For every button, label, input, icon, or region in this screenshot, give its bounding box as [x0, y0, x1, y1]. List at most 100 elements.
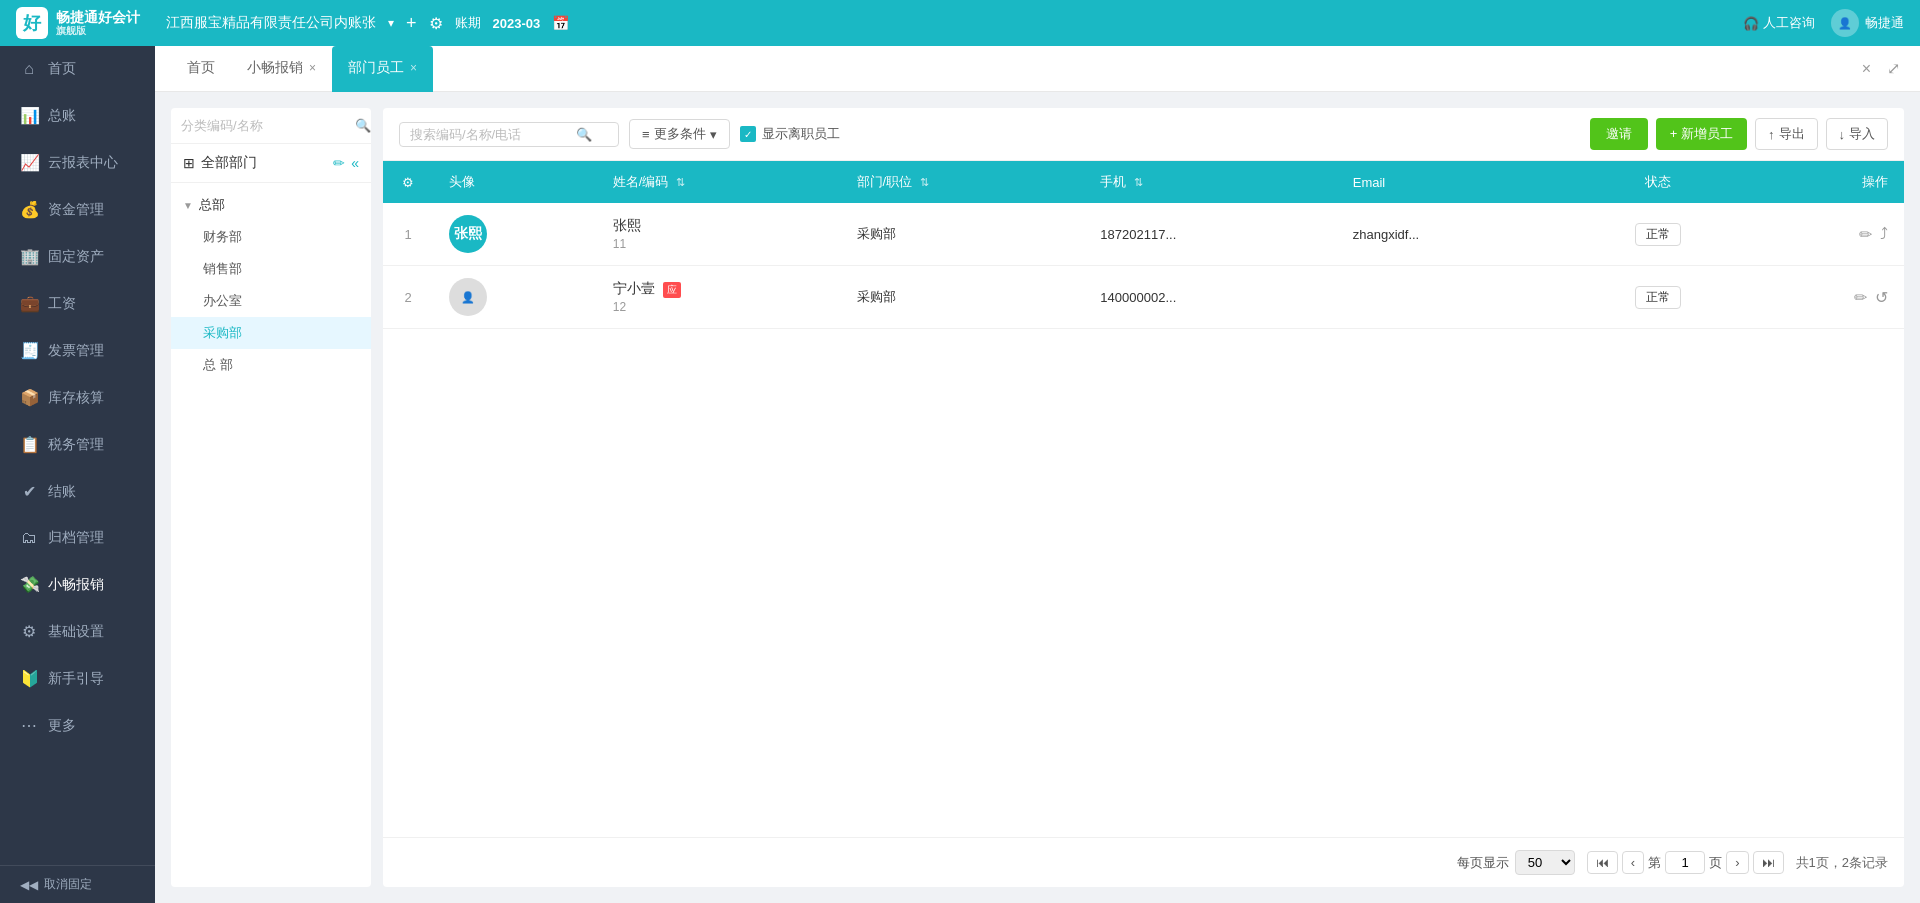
sidebar-item-assets[interactable]: 🏢 固定资产	[0, 233, 155, 280]
row2-name-code-block: 宁小壹 应 12	[613, 280, 825, 314]
next-page-btn[interactable]: ›	[1726, 851, 1748, 874]
dept-child-general[interactable]: 总 部	[171, 349, 371, 381]
sidebar-item-reports[interactable]: 📈 云报表中心	[0, 139, 155, 186]
tab-home[interactable]: 首页	[171, 46, 231, 92]
employee-panel: 🔍 ≡ 更多条件 ▾ ✓ 显示离职员工 邀请 + 新增员工	[383, 108, 1904, 887]
guide-icon: 🔰	[20, 669, 38, 688]
unpin-icon: ◀◀	[20, 878, 38, 892]
sidebar-item-home[interactable]: ⌂ 首页	[0, 46, 155, 92]
dept-child-purchase[interactable]: 采购部	[171, 317, 371, 349]
prev-page-btn[interactable]: ‹	[1622, 851, 1644, 874]
tab-minimize-btn[interactable]: ×	[1858, 55, 1875, 82]
col-phone: 手机 ⇅	[1084, 161, 1336, 203]
show-resigned-toggle[interactable]: ✓ 显示离职员工	[740, 125, 840, 143]
reports-icon: 📈	[20, 153, 38, 172]
ai-consult-btn[interactable]: 🎧 人工咨询	[1743, 14, 1815, 32]
sidebar-item-settings[interactable]: ⚙ 基础设置	[0, 608, 155, 655]
import-btn[interactable]: ↓ 导入	[1826, 118, 1889, 150]
add-company-btn[interactable]: +	[406, 14, 417, 32]
invite-btn[interactable]: 邀请	[1590, 118, 1648, 150]
sidebar-item-checkout[interactable]: ✔ 结账	[0, 468, 155, 515]
add-employee-btn[interactable]: + 新增员工	[1656, 118, 1747, 150]
tabs-bar: 首页 小畅报销 × 部门员工 × × ⤢	[155, 46, 1920, 92]
row1-edit-btn[interactable]: ✏	[1859, 225, 1872, 244]
row2-action-icons: ✏ ↺	[1766, 288, 1888, 307]
calendar-icon[interactable]: 📅	[552, 15, 569, 31]
expense-icon: 💸	[20, 575, 38, 594]
row1-name-code-block: 张熙 11	[613, 217, 825, 251]
total-info: 共1页，2条记录	[1796, 854, 1888, 872]
col-email: Email	[1337, 161, 1567, 203]
tab-dept-close[interactable]: ×	[410, 61, 417, 75]
row2-avatar-cell: 👤	[433, 266, 597, 329]
row2-index: 2	[383, 266, 433, 329]
user-avatar: 👤	[1831, 9, 1859, 37]
dept-group-header-head[interactable]: ▼ 总部	[171, 189, 371, 221]
row1-status-badge: 正常	[1635, 223, 1681, 246]
col-name-code: 姓名/编码 ⇅	[597, 161, 841, 203]
user-info[interactable]: 👤 畅捷通	[1831, 9, 1904, 37]
per-page-select[interactable]: 50 10 20 100	[1515, 850, 1575, 875]
dept-search-input[interactable]	[181, 118, 349, 133]
employee-search-input[interactable]	[410, 127, 570, 142]
sidebar-label-more: 更多	[48, 717, 76, 735]
top-bar-center: 江西服宝精品有限责任公司内账张 ▾ + ⚙ 账期 2023-03 📅	[166, 14, 1743, 33]
tab-expense-close[interactable]: ×	[309, 61, 316, 75]
settings-col-icon[interactable]: ⚙	[402, 175, 414, 190]
employee-data-table: ⚙ 头像 姓名/编码 ⇅ 部门/职位 ⇅ 手机 ⇅ Email 状态 操作	[383, 161, 1904, 329]
dept-all-label-btn[interactable]: ⊞ 全部部门	[183, 154, 257, 172]
page-nav: ⏮ ‹ 第 页 › ⏭	[1587, 851, 1784, 874]
logo-text: 畅捷通好会计 旗舰版	[56, 9, 140, 38]
employee-toolbar: 🔍 ≡ 更多条件 ▾ ✓ 显示离职员工 邀请 + 新增员工	[383, 108, 1904, 161]
first-page-btn[interactable]: ⏮	[1587, 851, 1618, 874]
sidebar-item-ledger[interactable]: 📊 总账	[0, 92, 155, 139]
settings-nav-icon: ⚙	[20, 622, 38, 641]
sidebar-item-invoice[interactable]: 🧾 发票管理	[0, 327, 155, 374]
dept-edit-btn[interactable]: ✏	[333, 155, 345, 171]
dept-child-office[interactable]: 办公室	[171, 285, 371, 317]
employee-search-icon[interactable]: 🔍	[576, 127, 592, 142]
tab-dept-employee[interactable]: 部门员工 ×	[332, 46, 433, 92]
dept-child-sales[interactable]: 销售部	[171, 253, 371, 285]
sidebar-item-more[interactable]: ⋯ 更多	[0, 702, 155, 749]
row2-avatar: 👤	[449, 278, 487, 316]
tab-expense[interactable]: 小畅报销 ×	[231, 46, 332, 92]
sidebar-item-funds[interactable]: 💰 资金管理	[0, 186, 155, 233]
dept-search-icon[interactable]: 🔍	[355, 118, 371, 133]
dept-all-header: ⊞ 全部部门 ✏ «	[171, 144, 371, 183]
tab-maximize-btn[interactable]: ⤢	[1883, 55, 1904, 82]
tab-home-label: 首页	[187, 59, 215, 77]
export-btn[interactable]: ↑ 导出	[1755, 118, 1818, 150]
dept-group-label-head: 总部	[199, 196, 225, 214]
top-bar-right: 🎧 人工咨询 👤 畅捷通	[1743, 9, 1904, 37]
dept-group-head: ▼ 总部 财务部 销售部 办公室 采购部 总 部	[171, 189, 371, 381]
row2-name-code: 宁小壹 应 12	[597, 266, 841, 329]
settings-btn[interactable]: ⚙	[429, 14, 443, 33]
row1-name: 张熙	[613, 217, 825, 235]
sidebar-label-tax: 税务管理	[48, 436, 104, 454]
sidebar-item-salary[interactable]: 💼 工资	[0, 280, 155, 327]
dept-collapse-btn[interactable]: «	[351, 155, 359, 171]
sidebar-label-guide: 新手引导	[48, 670, 104, 688]
dept-child-finance[interactable]: 财务部	[171, 221, 371, 253]
username: 畅捷通	[1865, 14, 1904, 32]
sidebar-item-tax[interactable]: 📋 税务管理	[0, 421, 155, 468]
headset-icon: 🎧	[1743, 16, 1759, 31]
employee-search-box: 🔍	[399, 122, 619, 147]
row2-refresh-btn[interactable]: ↺	[1875, 288, 1888, 307]
filter-btn[interactable]: ≡ 更多条件 ▾	[629, 119, 730, 149]
row1-phone: 187202117...	[1084, 203, 1336, 266]
row2-edit-btn[interactable]: ✏	[1854, 288, 1867, 307]
page-number-input[interactable]	[1665, 851, 1705, 874]
sidebar-unpin[interactable]: ◀◀ 取消固定	[0, 865, 155, 903]
sidebar-item-inventory[interactable]: 📦 库存核算	[0, 374, 155, 421]
sidebar-item-archive[interactable]: 🗂 归档管理	[0, 515, 155, 561]
page-label-pre: 第	[1648, 854, 1661, 872]
inventory-icon: 📦	[20, 388, 38, 407]
sidebar-item-expense[interactable]: 💸 小畅报销	[0, 561, 155, 608]
row1-logout-btn[interactable]: ⤴	[1880, 225, 1888, 243]
company-dropdown-btn[interactable]: ▾	[388, 16, 394, 30]
last-page-btn[interactable]: ⏭	[1753, 851, 1784, 874]
dept-grid-icon: ⊞	[183, 155, 195, 171]
sidebar-item-guide[interactable]: 🔰 新手引导	[0, 655, 155, 702]
